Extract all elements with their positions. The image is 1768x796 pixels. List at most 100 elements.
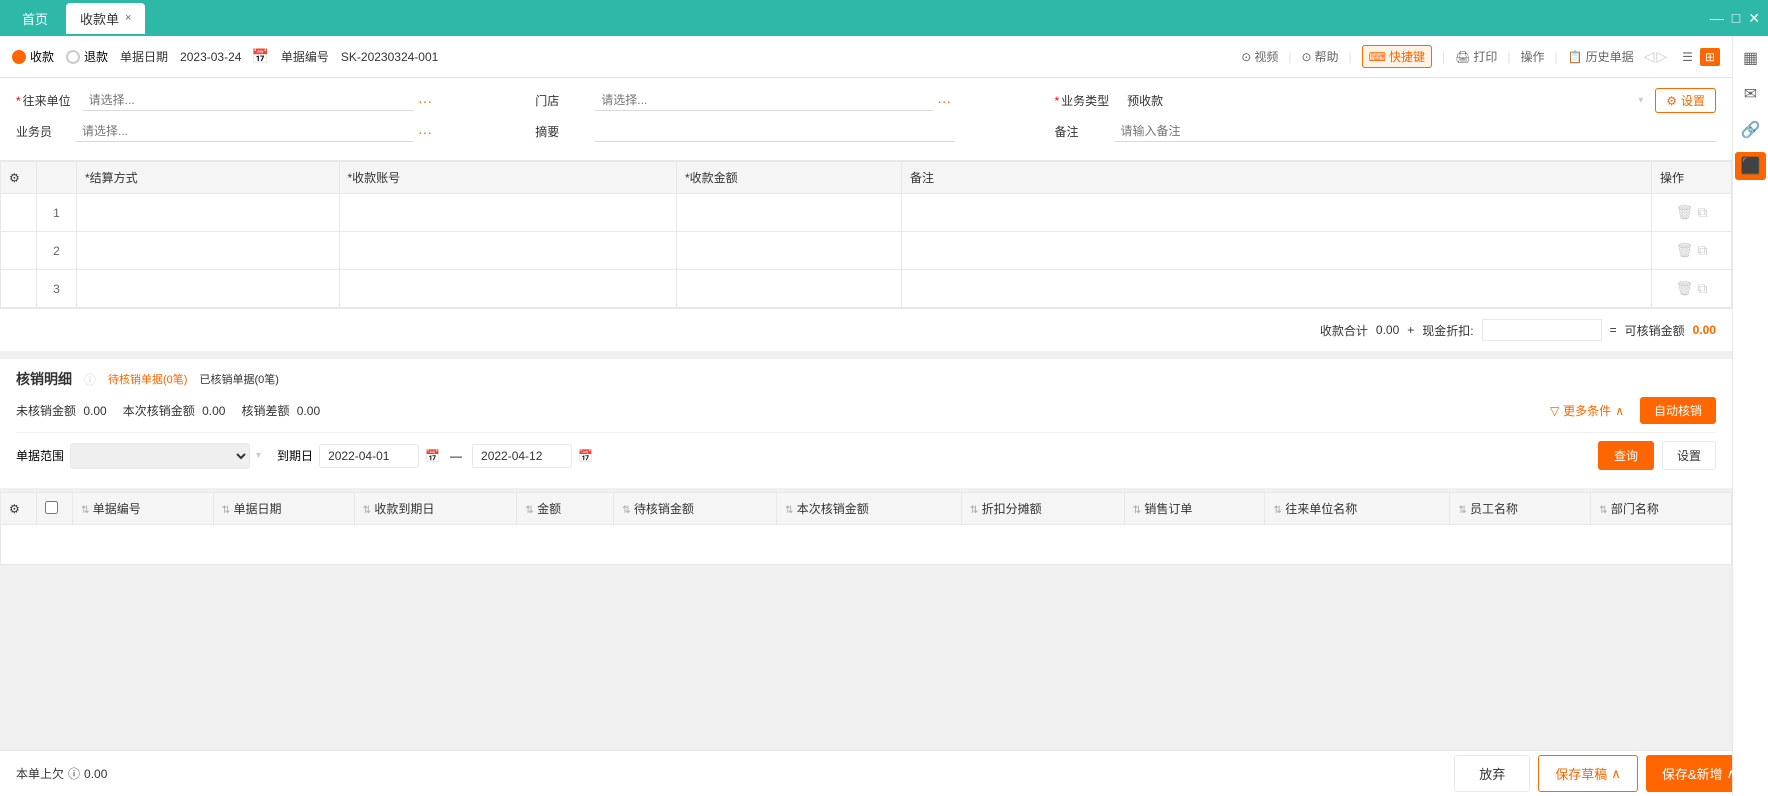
no-field: 单据编号 SK-20230324-001 xyxy=(281,48,438,65)
toolbar-right: ⊙ 视频 | ⊙ 帮助 | ⌨ 快捷键 | 🖨 打印 | 操作 | xyxy=(1241,45,1720,68)
tab-bar: 首页 收款单 × — □ ✕ xyxy=(0,0,1768,36)
cell-account[interactable] xyxy=(339,194,677,232)
cell-amount[interactable] xyxy=(677,270,902,308)
nav-prev-icon[interactable]: ◁ xyxy=(1644,48,1655,65)
date-to-cal-icon[interactable]: 📅 xyxy=(578,449,593,463)
biz-type-label: 业务类型 xyxy=(1061,92,1121,109)
party-more-btn[interactable]: ··· xyxy=(414,93,436,109)
main-content: 收款 退款 单据日期 2023-03-24 📅 单据编号 SK-20230324… xyxy=(0,36,1768,750)
party-input[interactable] xyxy=(83,90,414,111)
date-dash: — xyxy=(450,449,462,463)
print-btn[interactable]: 🖨 打印 xyxy=(1455,48,1497,65)
minimize-icon[interactable]: — xyxy=(1710,10,1724,27)
discount-label: 现金折扣: xyxy=(1422,322,1473,339)
store-label: 门店 xyxy=(535,92,595,109)
sidebar-envelope-icon[interactable]: ✉ xyxy=(1740,80,1761,108)
maximize-icon[interactable]: □ xyxy=(1732,10,1740,27)
shortcut-icon: ⌨ xyxy=(1369,50,1386,64)
more-conditions-btn[interactable]: ▽ 更多条件 ∧ xyxy=(1550,402,1624,419)
total-value: 0.00 xyxy=(1376,323,1399,337)
operations-btn[interactable]: 操作 xyxy=(1521,48,1545,65)
cell-remark[interactable] xyxy=(902,232,1652,270)
cell-payment-method[interactable] xyxy=(77,270,340,308)
row-delete-icon[interactable]: 🗑 xyxy=(1676,204,1694,221)
date-from-input[interactable] xyxy=(319,444,419,468)
video-icon: ⊙ xyxy=(1241,50,1251,64)
filter-row: 单据范围 ▾ 到期日 📅 — 📅 查询 设置 xyxy=(16,432,1716,478)
tab-active[interactable]: 收款单 × xyxy=(66,3,145,34)
staff-field: 业务员 ··· xyxy=(16,121,436,142)
row-delete-icon[interactable]: 🗑 xyxy=(1676,242,1694,259)
store-more-btn[interactable]: ··· xyxy=(933,93,955,109)
query-button[interactable]: 查询 xyxy=(1598,441,1654,470)
tab-home[interactable]: 首页 xyxy=(8,3,62,34)
sidebar-table-icon[interactable]: ▦ xyxy=(1739,44,1762,72)
auto-verify-button[interactable]: 自动核销 xyxy=(1640,397,1716,424)
row-delete-icon[interactable]: 🗑 xyxy=(1676,280,1694,297)
sidebar-camera-icon[interactable]: ⬛ xyxy=(1735,152,1767,180)
date-from-cal-icon[interactable]: 📅 xyxy=(425,449,440,463)
cell-remark[interactable] xyxy=(902,270,1652,308)
cell-actions: 🗑 ⧉ xyxy=(1652,194,1732,232)
col-settings[interactable]: ⚙ xyxy=(1,162,37,194)
col-remark: 备注 xyxy=(902,162,1652,194)
store-input[interactable] xyxy=(595,90,933,111)
abandon-button[interactable]: 放弃 xyxy=(1454,755,1530,792)
help-btn[interactable]: ⊙ 帮助 xyxy=(1301,48,1338,65)
close-icon[interactable]: ✕ xyxy=(1748,10,1760,27)
unchecked-label: 未核销金额 xyxy=(16,404,76,418)
draft-arrow-icon: ∧ xyxy=(1611,766,1621,782)
help-icon: ⊙ xyxy=(1301,50,1311,64)
settings-button[interactable]: ⚙ 设置 xyxy=(1655,88,1716,113)
nav-next-icon[interactable]: ▷ xyxy=(1656,48,1667,65)
cell-account[interactable] xyxy=(339,270,677,308)
cell-account[interactable] xyxy=(339,232,677,270)
cell-amount[interactable] xyxy=(677,232,902,270)
cell-amount[interactable] xyxy=(677,194,902,232)
video-btn[interactable]: ⊙ 视频 xyxy=(1241,48,1278,65)
collapse-icon: ∧ xyxy=(1615,404,1624,418)
tab-done[interactable]: 已核销单据(0笔) xyxy=(199,371,278,387)
date-calendar-icon[interactable]: 📅 xyxy=(251,48,268,65)
shortcut-btn[interactable]: ⌨ 快捷键 xyxy=(1362,45,1432,68)
detail-col-settings[interactable]: ⚙ xyxy=(1,493,37,525)
history-btn[interactable]: 📋 历史单据 xyxy=(1568,48,1634,65)
row-settings xyxy=(1,194,37,232)
remark-input[interactable] xyxy=(1114,121,1716,142)
tab-pending[interactable]: 待核销单据(0笔) xyxy=(108,371,187,387)
biz-type-arrow[interactable]: ▾ xyxy=(1638,95,1643,106)
cell-payment-method[interactable] xyxy=(77,194,340,232)
cell-remark[interactable] xyxy=(902,194,1652,232)
select-all-checkbox[interactable] xyxy=(45,501,58,514)
verify-stats: 未核销金额 0.00 本次核销金额 0.00 核销差额 0.00 ▽ 更多条件 … xyxy=(16,397,1716,424)
date-to-input[interactable] xyxy=(472,444,572,468)
discount-input[interactable] xyxy=(1482,319,1602,341)
tab-close-icon[interactable]: × xyxy=(125,12,131,24)
draft-button[interactable]: 保存草稿 ∧ xyxy=(1538,755,1638,792)
store-field: 门店 ··· xyxy=(535,90,955,111)
staff-input[interactable] xyxy=(76,121,414,142)
sidebar-link-icon[interactable]: 🔗 xyxy=(1737,116,1765,144)
range-select[interactable] xyxy=(70,443,250,469)
col-amount: *收款金额 xyxy=(677,162,902,194)
detail-table: ⚙⇅ 单据编号⇅ 单据日期⇅ 收款到期日⇅ 金额⇅ 待核销金额⇅ 本次核销金额⇅… xyxy=(0,492,1732,565)
staff-label: 业务员 xyxy=(16,123,76,140)
tab-done-label: 已核销单据 xyxy=(199,374,254,386)
view-list-btn[interactable]: ☰ xyxy=(1677,48,1698,66)
bottom-bar: 本单上欠 ⓘ 0.00 放弃 保存草稿 ∧ 保存&新增 ∧ xyxy=(0,750,1768,796)
tab-pending-label: 待核销单据 xyxy=(108,374,163,386)
summary-input[interactable] xyxy=(595,121,955,142)
radio-receipt[interactable]: 收款 xyxy=(12,48,54,65)
filter-settings-button[interactable]: 设置 xyxy=(1662,441,1716,470)
more-conditions-label: 更多条件 xyxy=(1563,402,1611,419)
operations-label: 操作 xyxy=(1521,48,1545,65)
date-value[interactable]: 2023-03-24 xyxy=(180,50,241,64)
row-copy-icon[interactable]: ⧉ xyxy=(1697,204,1707,221)
row-copy-icon[interactable]: ⧉ xyxy=(1697,280,1707,297)
staff-more-btn[interactable]: ··· xyxy=(414,124,436,140)
cell-payment-method[interactable] xyxy=(77,232,340,270)
row-copy-icon[interactable]: ⧉ xyxy=(1697,242,1707,259)
view-grid-btn[interactable]: ⊞ xyxy=(1700,48,1720,66)
verify-info-icon[interactable]: ⓘ xyxy=(84,371,96,388)
radio-refund[interactable]: 退款 xyxy=(66,48,108,65)
